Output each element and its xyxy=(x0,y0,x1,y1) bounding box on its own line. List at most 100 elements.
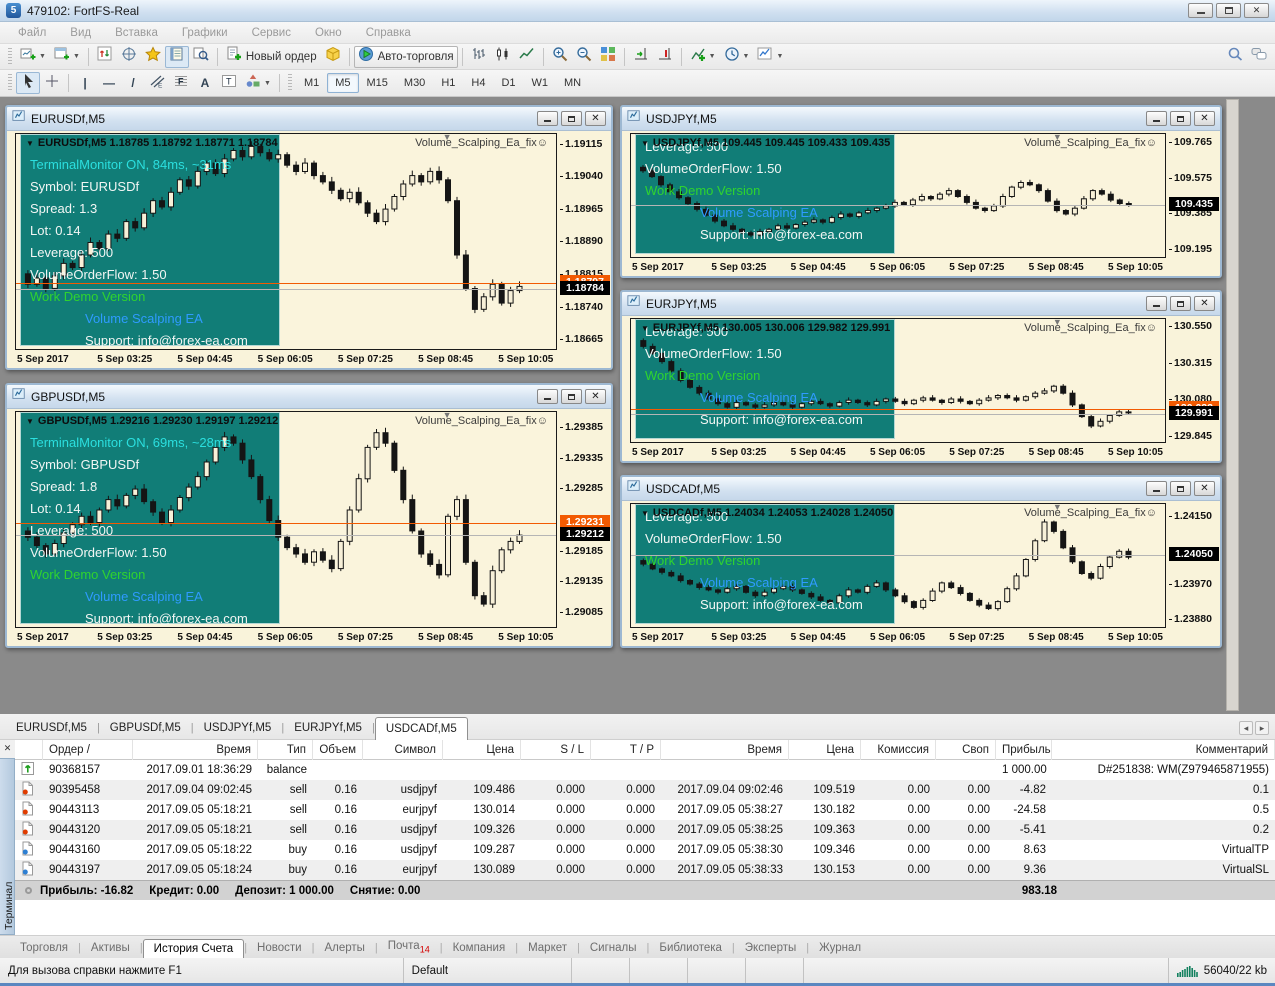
text-button[interactable]: A xyxy=(193,72,217,94)
chart-window-titlebar[interactable]: EURUSDf,M5 ✕ xyxy=(7,107,611,131)
terminal-vertical-tab[interactable]: Терминал xyxy=(0,758,15,935)
terminal-tab-7[interactable]: Маркет xyxy=(518,939,577,958)
column-header[interactable]: Время xyxy=(661,740,789,760)
column-header[interactable]: Время xyxy=(133,740,258,760)
symbol-dropdown-icon[interactable]: ▼ xyxy=(641,324,649,333)
toolbar-grip[interactable] xyxy=(8,47,12,66)
column-header[interactable]: Объем xyxy=(313,740,363,760)
chart-restore-button[interactable] xyxy=(1170,296,1191,311)
horizontal-line-button[interactable]: — xyxy=(97,72,121,94)
timeframe-w1[interactable]: W1 xyxy=(524,73,557,93)
chart-window-titlebar[interactable]: USDJPYf,M5 ✕ xyxy=(622,107,1220,131)
chart-minimize-button[interactable] xyxy=(537,389,558,404)
arrows-button[interactable]: ▼ xyxy=(241,72,275,94)
scroll-tabs-right-button[interactable]: ▸ xyxy=(1255,721,1269,735)
new-order-button[interactable]: Новый ордер xyxy=(222,46,321,68)
menu-view[interactable]: Вид xyxy=(58,27,103,39)
history-row-90443120[interactable]: 90443120 2017.09.05 05:18:21 sell 0.16 usdjp… xyxy=(15,820,1275,840)
column-header[interactable]: Своп xyxy=(936,740,996,760)
equidistant-channel-button[interactable]: E xyxy=(145,72,169,94)
chart-restore-button[interactable] xyxy=(561,389,582,404)
chart-plot-area[interactable]: TerminalMonitor ON, 69ms, ~28ms Symbol: G… xyxy=(15,411,557,628)
auto-scroll-button[interactable] xyxy=(629,46,653,68)
chart-shift-button[interactable] xyxy=(653,46,677,68)
menu-window[interactable]: Окно xyxy=(303,27,354,39)
navigator-button[interactable] xyxy=(141,46,165,68)
menu-charts[interactable]: Графики xyxy=(170,27,240,39)
symbol-dropdown-icon[interactable]: ▼ xyxy=(26,139,34,148)
menu-help[interactable]: Справка xyxy=(354,27,423,39)
timeframe-h4[interactable]: H4 xyxy=(463,73,493,93)
text-label-button[interactable]: T xyxy=(217,72,241,94)
status-profile[interactable]: Default xyxy=(402,958,571,983)
terminal-tab-5[interactable]: Почта14 xyxy=(378,937,440,958)
timeframe-m30[interactable]: M30 xyxy=(396,73,433,93)
chart-window-titlebar[interactable]: EURJPYf,M5 ✕ xyxy=(622,292,1220,316)
strategy-tester-button[interactable] xyxy=(189,46,213,68)
terminal-tab-8[interactable]: Сигналы xyxy=(580,939,647,958)
terminal-tab-9[interactable]: Библиотека xyxy=(649,939,732,958)
timeframe-d1[interactable]: D1 xyxy=(493,73,523,93)
history-row-90368157[interactable]: 90368157 2017.09.01 18:36:29 balance 1 000.… xyxy=(15,760,1275,780)
vertical-line-button[interactable]: | xyxy=(73,72,97,94)
chart-close-button[interactable]: ✕ xyxy=(585,389,606,404)
terminal-tab-10[interactable]: Эксперты xyxy=(735,939,806,958)
column-header[interactable] xyxy=(15,740,43,760)
chat-button[interactable] xyxy=(1247,46,1271,68)
terminal-tab-11[interactable]: Журнал xyxy=(809,939,871,958)
chart-window-titlebar[interactable]: GBPUSDf,M5 ✕ xyxy=(7,385,611,409)
terminal-button[interactable] xyxy=(164,45,189,68)
history-row-90443160[interactable]: 90443160 2017.09.05 05:18:22 buy 0.16 usdjpy… xyxy=(15,840,1275,860)
terminal-tab-6[interactable]: Компания xyxy=(443,939,516,958)
column-header[interactable]: Символ xyxy=(363,740,443,760)
menu-service[interactable]: Сервис xyxy=(240,27,303,39)
zoom-out-button[interactable] xyxy=(572,46,596,68)
chart-close-button[interactable]: ✕ xyxy=(1194,296,1215,311)
terminal-tab-0[interactable]: Торговля xyxy=(10,939,78,958)
indicators-button[interactable]: ▼ xyxy=(686,46,720,68)
symbol-dropdown-icon[interactable]: ▼ xyxy=(26,417,34,426)
close-button[interactable]: ✕ xyxy=(1244,3,1269,18)
tile-windows-button[interactable] xyxy=(596,46,620,68)
history-row-90443197[interactable]: 90443197 2017.09.05 05:18:24 buy 0.16 eurjpy… xyxy=(15,860,1275,880)
fibonacci-button[interactable]: F xyxy=(169,72,193,94)
history-row-90395458[interactable]: 90395458 2017.09.04 09:02:45 sell 0.16 usdjp… xyxy=(15,780,1275,800)
column-header[interactable]: Тип xyxy=(258,740,313,760)
chart-minimize-button[interactable] xyxy=(537,111,558,126)
toolbar-grip[interactable] xyxy=(287,74,292,92)
timeframe-m15[interactable]: M15 xyxy=(359,73,396,93)
market-watch-button[interactable] xyxy=(93,46,117,68)
chart-window-titlebar[interactable]: USDCADf,M5 ✕ xyxy=(622,477,1220,501)
timeframe-m5[interactable]: M5 xyxy=(327,73,359,93)
column-header[interactable]: Комментарий xyxy=(1052,740,1275,760)
chart-tab-usdjpyf[interactable]: USDJPYf,M5 xyxy=(194,718,282,739)
history-row-90443113[interactable]: 90443113 2017.09.05 05:18:21 sell 0.16 eurjp… xyxy=(15,800,1275,820)
scroll-tabs-left-button[interactable]: ◂ xyxy=(1239,721,1253,735)
chart-close-button[interactable]: ✕ xyxy=(1194,111,1215,126)
chart-minimize-button[interactable] xyxy=(1146,111,1167,126)
column-header[interactable]: Ордер / xyxy=(43,740,133,760)
chart-close-button[interactable]: ✕ xyxy=(585,111,606,126)
chart-close-button[interactable]: ✕ xyxy=(1194,481,1215,496)
terminal-tab-3[interactable]: Новости xyxy=(247,939,312,958)
timeframe-m1[interactable]: M1 xyxy=(296,73,327,93)
minimize-button[interactable] xyxy=(1188,3,1213,18)
symbol-dropdown-icon[interactable]: ▼ xyxy=(641,509,649,518)
chart-tab-usdcadf[interactable]: USDCADf,M5 xyxy=(374,717,468,740)
terminal-tab-2[interactable]: История Счета xyxy=(142,939,245,959)
chart-plot-area[interactable]: Leverage: 500 VolumeOrderFlow: 1.50 Work D… xyxy=(630,503,1166,628)
profiles-button[interactable]: ▼ xyxy=(50,46,84,68)
menu-insert[interactable]: Вставка xyxy=(103,27,170,39)
chart-plot-area[interactable]: Leverage: 500 VolumeOrderFlow: 1.50 Work D… xyxy=(630,318,1166,443)
chart-tab-gbpusdf[interactable]: GBPUSDf,M5 xyxy=(100,718,191,739)
zoom-in-button[interactable] xyxy=(548,46,572,68)
toolbar-grip[interactable] xyxy=(8,74,12,92)
terminal-tab-1[interactable]: Активы xyxy=(81,939,140,958)
symbol-dropdown-icon[interactable]: ▼ xyxy=(641,139,649,148)
chart-tab-eurusdf[interactable]: EURUSDf,M5 xyxy=(6,718,97,739)
chart-minimize-button[interactable] xyxy=(1146,296,1167,311)
bar-chart-button[interactable] xyxy=(467,46,491,68)
column-header[interactable]: Цена xyxy=(443,740,521,760)
timeframe-h1[interactable]: H1 xyxy=(433,73,463,93)
chart-plot-area[interactable]: Leverage: 500 VolumeOrderFlow: 1.50 Work D… xyxy=(630,133,1166,258)
